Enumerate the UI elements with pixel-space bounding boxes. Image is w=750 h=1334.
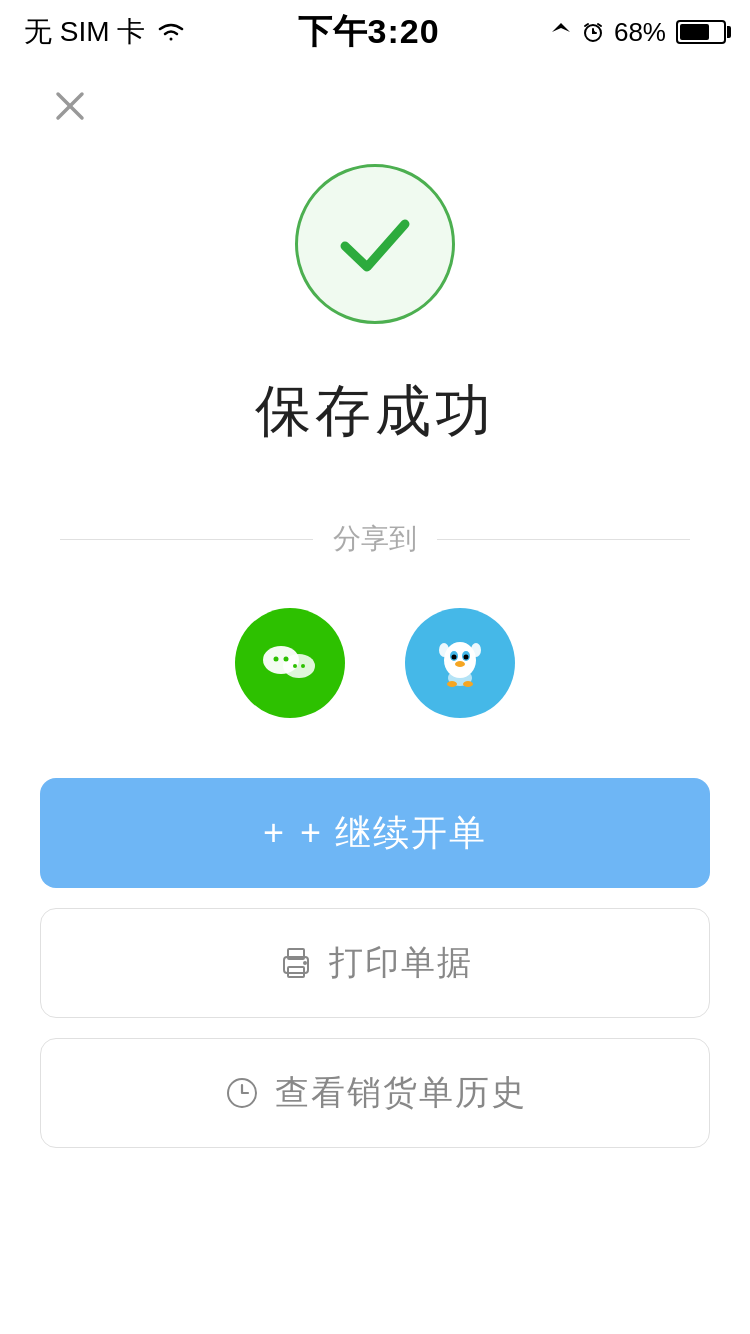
svg-point-8 <box>301 664 305 668</box>
svg-point-14 <box>455 661 465 667</box>
divider-left <box>60 539 313 540</box>
battery-icon <box>676 20 726 44</box>
continue-order-button[interactable]: + + 继续开单 <box>40 778 710 888</box>
qq-icon <box>425 628 495 698</box>
svg-point-18 <box>439 643 449 657</box>
status-bar: 无 SIM 卡 下午3:20 68% <box>0 0 750 64</box>
alarm-icon <box>582 21 604 43</box>
main-content: 保存成功 分享到 <box>0 64 750 1148</box>
success-title: 保存成功 <box>255 374 495 450</box>
svg-point-5 <box>274 657 279 662</box>
divider-right <box>437 539 690 540</box>
svg-point-16 <box>447 681 457 687</box>
wifi-icon <box>155 21 187 43</box>
action-buttons: + + 继续开单 打印单据 查看销货单历史 <box>0 778 750 1148</box>
plus-icon: + <box>263 812 286 854</box>
share-divider: 分享到 <box>0 520 750 558</box>
location-icon <box>550 21 572 43</box>
qq-share-button[interactable] <box>405 608 515 718</box>
wechat-icon <box>255 628 325 698</box>
continue-order-label: + 继续开单 <box>300 809 487 858</box>
print-label: 打印单据 <box>329 940 473 986</box>
printer-icon <box>277 944 315 982</box>
wechat-share-button[interactable] <box>235 608 345 718</box>
clock-icon <box>223 1074 261 1112</box>
close-icon <box>52 88 88 124</box>
share-icons-row <box>235 608 515 718</box>
status-left: 无 SIM 卡 <box>24 13 187 51</box>
svg-point-19 <box>471 643 481 657</box>
svg-point-13 <box>464 655 469 660</box>
share-label: 分享到 <box>333 520 417 558</box>
checkmark-icon <box>330 199 420 289</box>
print-button[interactable]: 打印单据 <box>40 908 710 1018</box>
share-section: 分享到 <box>0 520 750 718</box>
status-right: 68% <box>550 17 726 48</box>
svg-point-7 <box>293 664 297 668</box>
battery-label: 68% <box>614 17 666 48</box>
svg-point-17 <box>463 681 473 687</box>
svg-point-11 <box>452 655 457 660</box>
svg-point-6 <box>284 657 289 662</box>
close-button[interactable] <box>44 80 96 132</box>
history-button[interactable]: 查看销货单历史 <box>40 1038 710 1148</box>
history-label: 查看销货单历史 <box>275 1070 527 1116</box>
no-sim-label: 无 SIM 卡 <box>24 13 145 51</box>
svg-point-23 <box>303 961 307 965</box>
success-circle <box>295 164 455 324</box>
status-time: 下午3:20 <box>298 9 440 55</box>
